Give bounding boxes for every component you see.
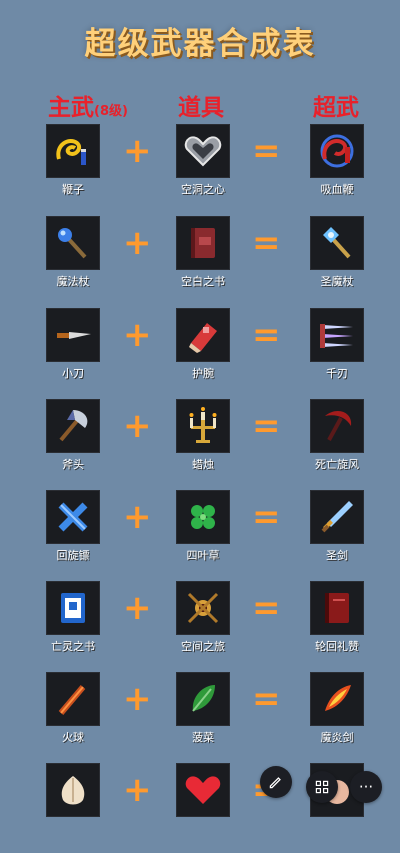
item-label: 蜡烛 <box>192 458 214 471</box>
base-weapon-label: 亡灵之书 <box>51 640 95 653</box>
plus-sign: + <box>123 315 152 355</box>
item-label: 菠菜 <box>192 731 214 744</box>
more-icon[interactable]: ··· <box>350 771 382 803</box>
recipe-row-axe: 斧头 + 蜡烛 = 死亡旋风 <box>0 399 400 489</box>
item-label: 护腕 <box>192 367 214 380</box>
pencil-icon[interactable] <box>260 766 292 798</box>
axe-icon[interactable] <box>46 399 100 453</box>
plus-sign: + <box>123 223 152 263</box>
unholy-vespers-icon[interactable] <box>310 581 364 635</box>
super-weapon-label: 圣剑 <box>326 549 348 562</box>
recipe-row-whip: 鞭子 + 空洞之心 = 吸血鞭 <box>0 124 400 214</box>
magic-wand-icon[interactable] <box>46 216 100 270</box>
base-weapon-label: 斧头 <box>62 458 84 471</box>
page-title: 超级武器合成表 <box>84 26 316 62</box>
recipe-row-knife: 小刀 + 护腕 = 千刃 <box>0 308 400 398</box>
super-weapon-label: 死亡旋风 <box>315 458 359 471</box>
plus-sign: + <box>123 770 152 810</box>
item-label: 空洞之心 <box>181 183 225 196</box>
equals-sign: = <box>252 406 281 446</box>
item-label: 空白之书 <box>181 275 225 288</box>
base-weapon-label: 火球 <box>62 731 84 744</box>
cross-icon[interactable] <box>46 490 100 544</box>
garlic-icon[interactable] <box>46 763 100 817</box>
header-base-weapon: 主武(8级) <box>48 95 128 121</box>
item-label: 四叶草 <box>186 549 220 562</box>
plus-sign: + <box>123 679 152 719</box>
header-item: 道具 <box>178 95 224 121</box>
empty-tome-icon[interactable] <box>176 216 230 270</box>
plus-sign: + <box>123 131 152 171</box>
super-weapon-label: 吸血鞭 <box>320 183 354 196</box>
plus-sign: + <box>123 406 152 446</box>
header-super-weapon: 超武 <box>313 95 359 121</box>
grid-icon[interactable] <box>306 771 338 803</box>
holy-wand-icon[interactable] <box>310 216 364 270</box>
plus-sign: + <box>123 497 152 537</box>
base-weapon-label: 回旋镖 <box>56 549 90 562</box>
bracer-icon[interactable] <box>176 308 230 362</box>
spinach-icon[interactable] <box>176 672 230 726</box>
super-weapon-label: 圣魔杖 <box>320 275 354 288</box>
super-weapon-label: 千刃 <box>326 367 348 380</box>
recipe-row-garlic: + = <box>0 763 400 853</box>
equals-sign: = <box>252 315 281 355</box>
pummarola-icon[interactable] <box>176 763 230 817</box>
recipe-row-magic-wand: 魔法杖 + 空白之书 = 圣魔杖 <box>0 216 400 306</box>
whip-icon[interactable] <box>46 124 100 178</box>
base-weapon-label: 小刀 <box>62 367 84 380</box>
heaven-sword-icon[interactable] <box>310 490 364 544</box>
base-weapon-label: 魔法杖 <box>56 275 90 288</box>
death-spiral-icon[interactable] <box>310 399 364 453</box>
candelabrador-icon[interactable] <box>176 399 230 453</box>
thousand-edge-icon[interactable] <box>310 308 364 362</box>
clover-icon[interactable] <box>176 490 230 544</box>
king-bible-icon[interactable] <box>46 581 100 635</box>
equals-sign: = <box>252 131 281 171</box>
equals-sign: = <box>252 223 281 263</box>
recipe-row-fire-wand: 火球 + 菠菜 = 魔炎剑 <box>0 672 400 762</box>
recipe-row-king-bible: 亡灵之书 + 空间之旅 = 轮回礼赞 <box>0 581 400 671</box>
plus-sign: + <box>123 588 152 628</box>
super-weapon-label: 魔炎剑 <box>320 731 354 744</box>
super-weapon-label: 轮回礼赞 <box>315 640 359 653</box>
hellfire-icon[interactable] <box>310 672 364 726</box>
spellbinder-icon[interactable] <box>176 581 230 635</box>
hollow-heart-icon[interactable] <box>176 124 230 178</box>
equals-sign: = <box>252 679 281 719</box>
equals-sign: = <box>252 497 281 537</box>
header-level-note: (8级) <box>94 104 128 119</box>
equals-sign: = <box>252 588 281 628</box>
bloody-tear-icon[interactable] <box>310 124 364 178</box>
base-weapon-label: 鞭子 <box>62 183 84 196</box>
fire-wand-icon[interactable] <box>46 672 100 726</box>
item-label: 空间之旅 <box>181 640 225 653</box>
knife-icon[interactable] <box>46 308 100 362</box>
recipe-row-cross: 回旋镖 + 四叶草 = 圣剑 <box>0 490 400 580</box>
